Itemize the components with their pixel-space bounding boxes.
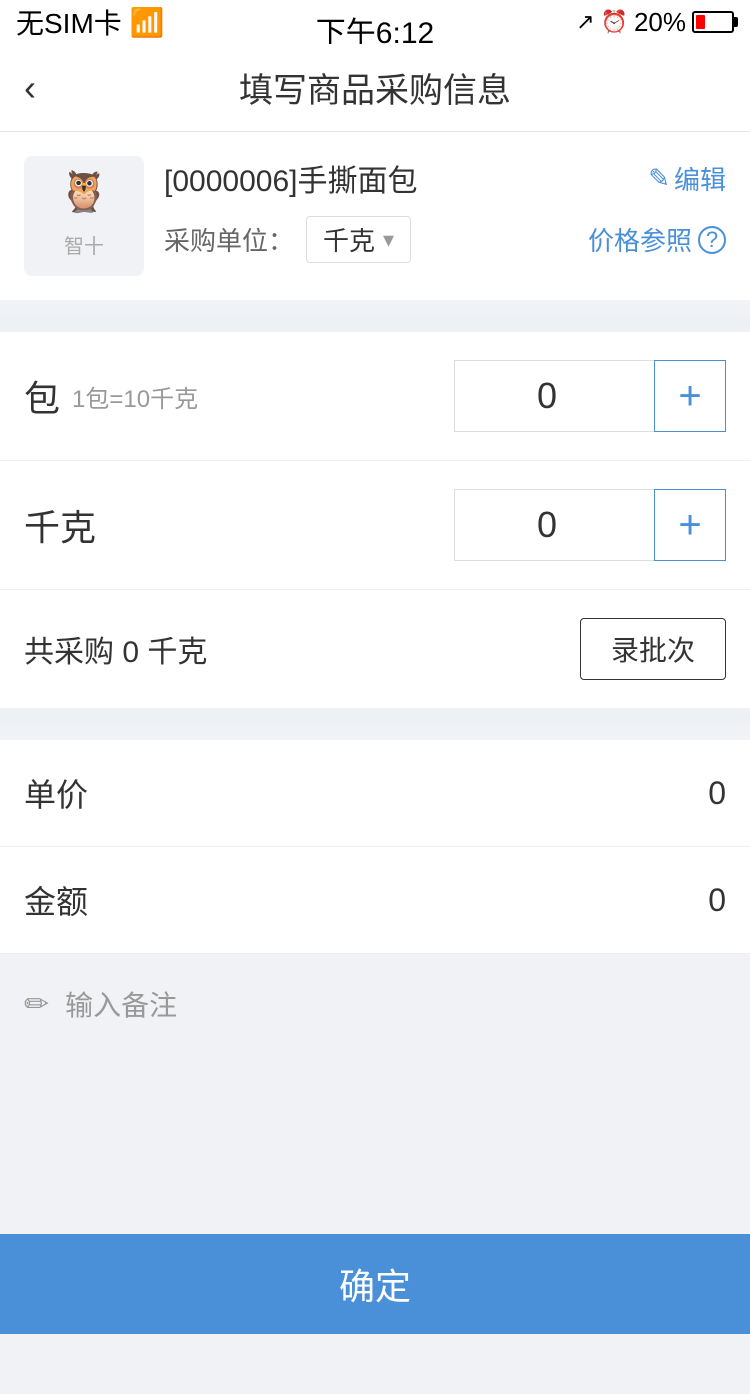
unit-selector-area: 采购单位： 千克 ▾ xyxy=(164,216,411,263)
section-divider-1 xyxy=(0,316,750,332)
bag-input-controls: + xyxy=(454,360,726,432)
note-placeholder: 输入备注 xyxy=(65,984,177,1024)
edit-button[interactable]: ✎ 编辑 xyxy=(648,160,726,197)
kg-quantity-input[interactable] xyxy=(454,489,654,561)
bag-input-row: 包 1包=10千克 + xyxy=(0,332,750,461)
unit-label: 采购单位： xyxy=(164,221,294,258)
alarm-icon: ⏰ xyxy=(601,9,628,35)
status-bar: 无SIM卡 📶 下午6:12 ↗ ⏰ 20% xyxy=(0,0,750,44)
back-button[interactable]: ‹ xyxy=(24,67,36,109)
kg-input-controls: + xyxy=(454,489,726,561)
price-ref-button[interactable]: 价格参照 ? xyxy=(588,221,726,258)
carrier-text: 无SIM卡 xyxy=(16,2,122,42)
bag-quantity-input[interactable] xyxy=(454,360,654,432)
price-info-section: 单价 0 金额 0 xyxy=(0,740,750,954)
product-logo: 🦉智十 xyxy=(59,168,109,264)
unit-row: 采购单位： 千克 ▾ 价格参照 ? xyxy=(164,216,726,263)
status-left: 无SIM卡 📶 xyxy=(16,2,165,42)
product-image: 🦉智十 xyxy=(24,156,144,276)
location-icon: ↗ xyxy=(576,9,594,35)
help-icon: ? xyxy=(698,226,726,254)
product-card: 🦉智十 [0000006]手撕面包 ✎ 编辑 采购单位： 千克 ▾ 价格参照 xyxy=(0,132,750,300)
kg-plus-button[interactable]: + xyxy=(654,489,726,561)
product-name-row: [0000006]手撕面包 ✎ 编辑 xyxy=(164,156,726,200)
unit-price-row: 单价 0 xyxy=(0,740,750,847)
page-title: 填写商品采购信息 xyxy=(239,63,511,112)
product-info: [0000006]手撕面包 ✎ 编辑 采购单位： 千克 ▾ 价格参照 ? xyxy=(164,156,726,263)
total-row: 共采购 0 千克 录批次 xyxy=(0,590,750,708)
confirm-button[interactable]: 确定 xyxy=(0,1234,750,1334)
nav-bar: ‹ 填写商品采购信息 xyxy=(0,44,750,132)
battery-indicator xyxy=(692,11,734,33)
pencil-icon: ✏ xyxy=(24,987,49,1022)
content-fill xyxy=(0,1054,750,1394)
unit-select[interactable]: 千克 ▾ xyxy=(306,216,411,263)
kg-input-row: 千克 + xyxy=(0,461,750,590)
bag-plus-button[interactable]: + xyxy=(654,360,726,432)
total-text: 共采购 0 千克 xyxy=(24,627,207,671)
edit-icon: ✎ xyxy=(648,163,670,194)
batch-button[interactable]: 录批次 xyxy=(580,618,726,680)
amount-value: 0 xyxy=(708,882,726,919)
chevron-down-icon: ▾ xyxy=(383,227,394,253)
bag-label-group: 包 1包=10千克 xyxy=(24,370,198,422)
wifi-icon: 📶 xyxy=(130,6,165,39)
amount-label: 金额 xyxy=(24,877,88,923)
bag-label: 包 xyxy=(24,370,60,422)
amount-row: 金额 0 xyxy=(0,847,750,954)
unit-price-label: 单价 xyxy=(24,770,88,816)
input-section: 包 1包=10千克 + 千克 + xyxy=(0,332,750,590)
kg-label-group: 千克 xyxy=(24,499,96,551)
section-divider-2 xyxy=(0,708,750,724)
product-name: [0000006]手撕面包 xyxy=(164,156,417,200)
battery-percent: 20% xyxy=(634,7,686,38)
unit-price-value: 0 xyxy=(708,775,726,812)
bag-sub-label: 1包=10千克 xyxy=(72,379,198,414)
status-right: ↗ ⏰ 20% xyxy=(576,7,734,38)
kg-label: 千克 xyxy=(24,499,96,551)
note-section[interactable]: ✏ 输入备注 xyxy=(0,954,750,1054)
